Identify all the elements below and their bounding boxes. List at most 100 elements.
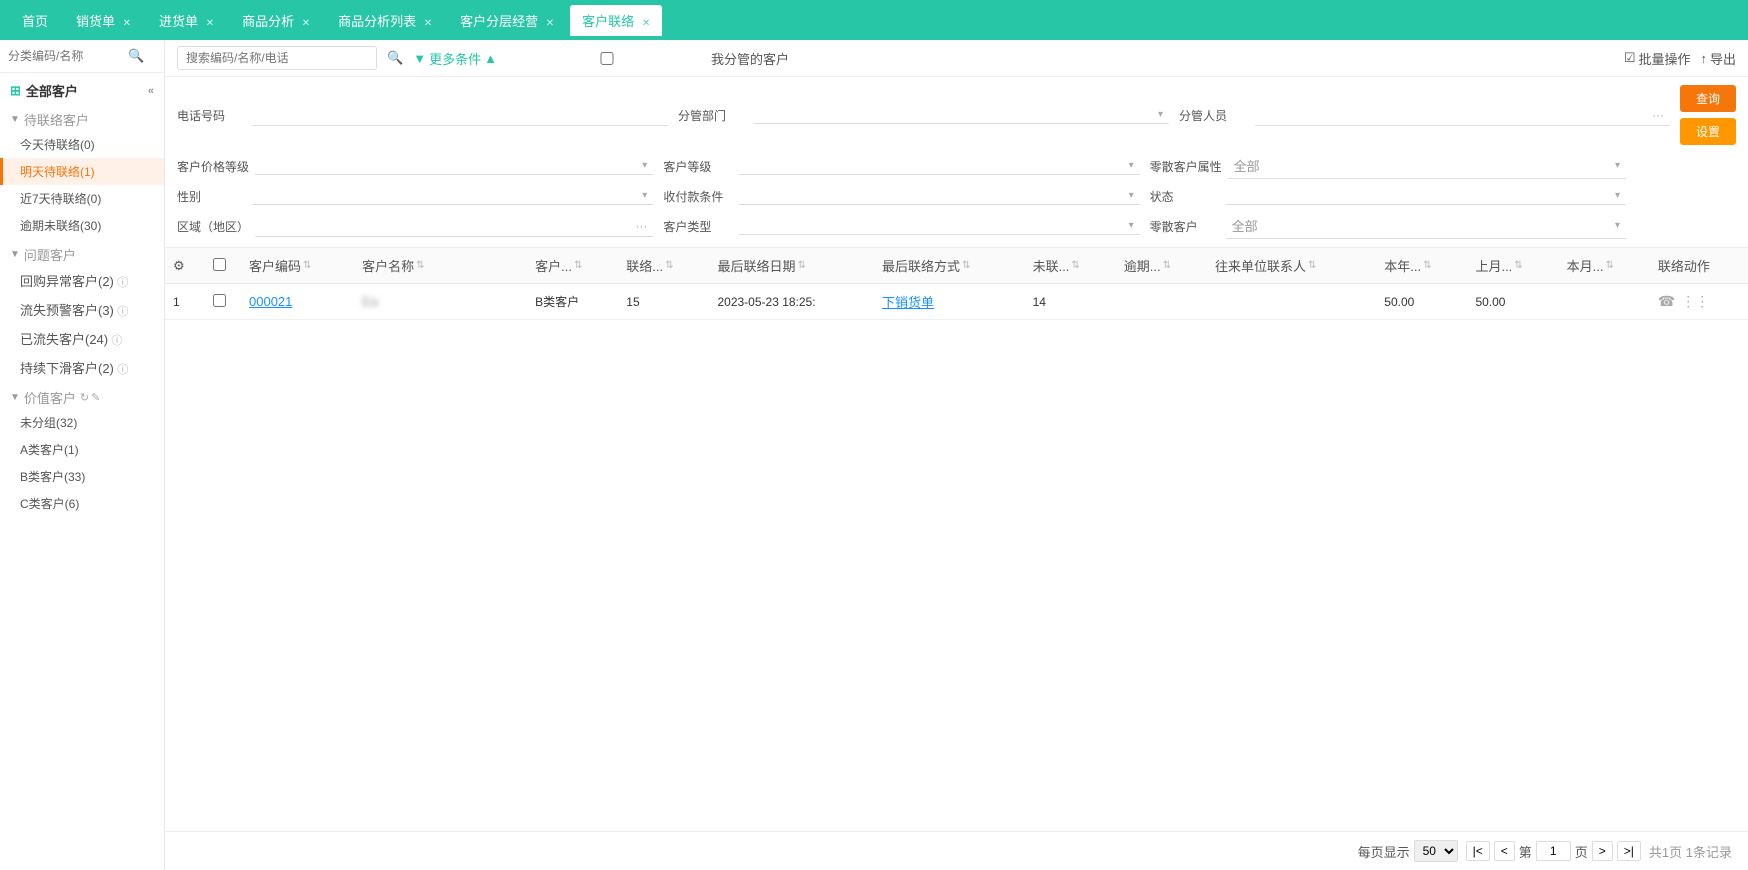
- nav-customer-tier[interactable]: 客户分层经营 ✕: [448, 5, 566, 36]
- filter-row-2: 客户价格等级 ▾ 客户等级 ▾ 零散客户属性 全部: [177, 153, 1736, 179]
- retail-customer-select[interactable]: 全部 ▾: [1226, 213, 1626, 239]
- region-ellipsis-icon[interactable]: ···: [635, 219, 647, 233]
- close-customer-contact-icon[interactable]: ✕: [642, 18, 650, 29]
- nav-product-analysis-list[interactable]: 商品分析列表 ✕: [326, 5, 444, 36]
- contact-action-icon[interactable]: ☎: [1658, 293, 1675, 310]
- sort-icon-unit[interactable]: ⇅: [1308, 260, 1316, 271]
- payment-select[interactable]: ▾: [739, 187, 1139, 205]
- customer-type-select[interactable]: ▾: [739, 217, 1139, 235]
- nav-purchase-order[interactable]: 进货单 ✕: [147, 5, 226, 36]
- ellipsis-icon[interactable]: ···: [1652, 108, 1664, 122]
- cell-type: B类客户: [527, 284, 618, 320]
- customer-name[interactable]: Ea: [362, 294, 378, 309]
- sort-icon-last-month[interactable]: ⇅: [1514, 260, 1522, 271]
- sidebar-item-type-b[interactable]: B类客户(33): [0, 463, 164, 490]
- department-field: 分管部门 ▾: [678, 106, 1169, 124]
- phone-input[interactable]: [253, 105, 668, 126]
- prev-page-btn[interactable]: <: [1494, 841, 1515, 861]
- th-last-month: 上月... ⇅: [1467, 248, 1558, 284]
- sort-icon-no-contact[interactable]: ⇅: [1071, 260, 1079, 271]
- sidebar-item-churned[interactable]: 已流失客户(24) ⓘ: [0, 324, 164, 353]
- region-select[interactable]: ···: [255, 216, 653, 237]
- more-action-icon[interactable]: ⋮⋮: [1681, 293, 1709, 310]
- sidebar-item-type-a[interactable]: A类客户(1): [0, 436, 164, 463]
- edit-icon[interactable]: ✎: [91, 391, 100, 404]
- all-customers-section[interactable]: ⊞ 全部客户 «: [0, 73, 164, 104]
- close-sales-order-icon[interactable]: ✕: [123, 18, 131, 29]
- table-row: 1 000021 Ea B类客户 15 2023-05-23 18:25: 下销…: [165, 284, 1748, 320]
- sidebar-item-type-c[interactable]: C类客户(6): [0, 490, 164, 517]
- page-input[interactable]: [1536, 841, 1571, 861]
- sort-icon-contact[interactable]: ⇅: [665, 260, 673, 271]
- chevron-up-icon: ▲: [484, 51, 497, 66]
- customer-level-select[interactable]: ▾: [739, 157, 1139, 175]
- close-product-analysis-list-icon[interactable]: ✕: [424, 18, 432, 29]
- table-footer: 每页显示 50 |< < 第 页 > >| 共1页 1条记录: [165, 831, 1748, 870]
- last-page-btn[interactable]: >|: [1617, 841, 1641, 861]
- sidebar-item-declining[interactable]: 持续下滑客户(2) ⓘ: [0, 353, 164, 382]
- contact-method-link[interactable]: 下销货单: [882, 295, 934, 310]
- customer-code-link[interactable]: 000021: [249, 294, 292, 309]
- my-customers-checkbox[interactable]: [507, 52, 707, 65]
- page-label: 第: [1519, 842, 1532, 861]
- sort-icon-name[interactable]: ⇅: [416, 260, 424, 271]
- sidebar-search-input[interactable]: [8, 49, 128, 63]
- group-pending-contact[interactable]: ▼ 待联络客户: [0, 104, 164, 131]
- th-no-contact: 未联... ⇅: [1025, 248, 1116, 284]
- close-purchase-order-icon[interactable]: ✕: [206, 18, 214, 29]
- group-value-customers[interactable]: ▼ 价值客户 ↻ ✎: [0, 382, 164, 409]
- close-product-analysis-icon[interactable]: ✕: [302, 18, 310, 29]
- export-btn[interactable]: ↑ 导出: [1700, 49, 1736, 68]
- sidebar-search-icon[interactable]: 🔍: [128, 48, 144, 64]
- search-filter-icon[interactable]: 🔍: [387, 50, 403, 66]
- sidebar-item-overdue-contact[interactable]: 逾期未联络(30): [0, 212, 164, 239]
- department-select[interactable]: ▾: [754, 106, 1169, 124]
- sort-icon-overdue[interactable]: ⇅: [1163, 260, 1171, 271]
- row-checkbox[interactable]: [213, 294, 226, 307]
- nav-customer-contact[interactable]: 客户联络 ✕: [570, 5, 662, 36]
- status-select[interactable]: ▾: [1226, 187, 1626, 205]
- batch-operation-btn[interactable]: ☑ 批量操作: [1624, 49, 1691, 68]
- collapse-icon[interactable]: «: [148, 85, 154, 97]
- per-page-label: 每页显示: [1358, 842, 1410, 861]
- close-customer-tier-icon[interactable]: ✕: [546, 18, 554, 29]
- sidebar-item-churn-warning[interactable]: 流失预警客户(3) ⓘ: [0, 295, 164, 324]
- sidebar-item-today-contact[interactable]: 今天待联络(0): [0, 131, 164, 158]
- more-conditions-btn[interactable]: ▼ 更多条件 ▲: [413, 49, 497, 68]
- retail-attr-select[interactable]: 全部 ▾: [1228, 153, 1626, 179]
- table-body: 1 000021 Ea B类客户 15 2023-05-23 18:25: 下销…: [165, 284, 1748, 320]
- nav-home[interactable]: 首页: [10, 5, 60, 36]
- sort-icon-year[interactable]: ⇅: [1423, 260, 1431, 271]
- first-page-btn[interactable]: |<: [1466, 841, 1490, 861]
- cell-code: 000021: [241, 284, 354, 320]
- sort-icon-method[interactable]: ⇅: [962, 260, 970, 271]
- sidebar-item-repurchase-anomaly[interactable]: 回购异常客户(2) ⓘ: [0, 266, 164, 295]
- next-page-btn[interactable]: >: [1592, 841, 1613, 861]
- payment-label: 收付款条件: [663, 188, 733, 205]
- my-customers-checkbox-label[interactable]: 我分管的客户: [507, 49, 789, 68]
- settings-icon[interactable]: ⚙: [173, 258, 185, 273]
- customer-value-level-label: 客户价格等级: [177, 158, 249, 175]
- manager-select[interactable]: ···: [1255, 105, 1670, 126]
- sidebar-item-tomorrow-contact[interactable]: 明天待联络(1): [0, 158, 164, 185]
- refresh-icon[interactable]: ↻: [80, 391, 89, 404]
- sort-icon-type[interactable]: ⇅: [574, 260, 582, 271]
- sort-icon-code[interactable]: ⇅: [303, 260, 311, 271]
- sidebar-item-ungrouped[interactable]: 未分组(32): [0, 409, 164, 436]
- nav-sales-order[interactable]: 销货单 ✕: [64, 5, 143, 36]
- query-button[interactable]: 查询: [1680, 85, 1736, 112]
- sidebar-item-7days-contact[interactable]: 近7天待联络(0): [0, 185, 164, 212]
- sort-icon-this-month[interactable]: ⇅: [1605, 260, 1613, 271]
- settings-button[interactable]: 设置: [1680, 118, 1736, 145]
- per-page-select[interactable]: 50: [1414, 840, 1458, 862]
- phone-label: 电话号码: [177, 107, 247, 124]
- search-input[interactable]: [177, 46, 377, 70]
- customer-type-field: 客户类型 ▾: [663, 217, 1139, 235]
- sort-icon-date[interactable]: ⇅: [798, 260, 806, 271]
- select-all-checkbox[interactable]: [213, 258, 226, 271]
- nav-product-analysis[interactable]: 商品分析 ✕: [230, 5, 322, 36]
- customer-value-level-select[interactable]: ▾: [255, 157, 653, 175]
- gender-select[interactable]: ▾: [253, 187, 653, 205]
- group-problem-customers[interactable]: ▼ 问题客户: [0, 239, 164, 266]
- payment-field: 收付款条件 ▾: [663, 187, 1139, 205]
